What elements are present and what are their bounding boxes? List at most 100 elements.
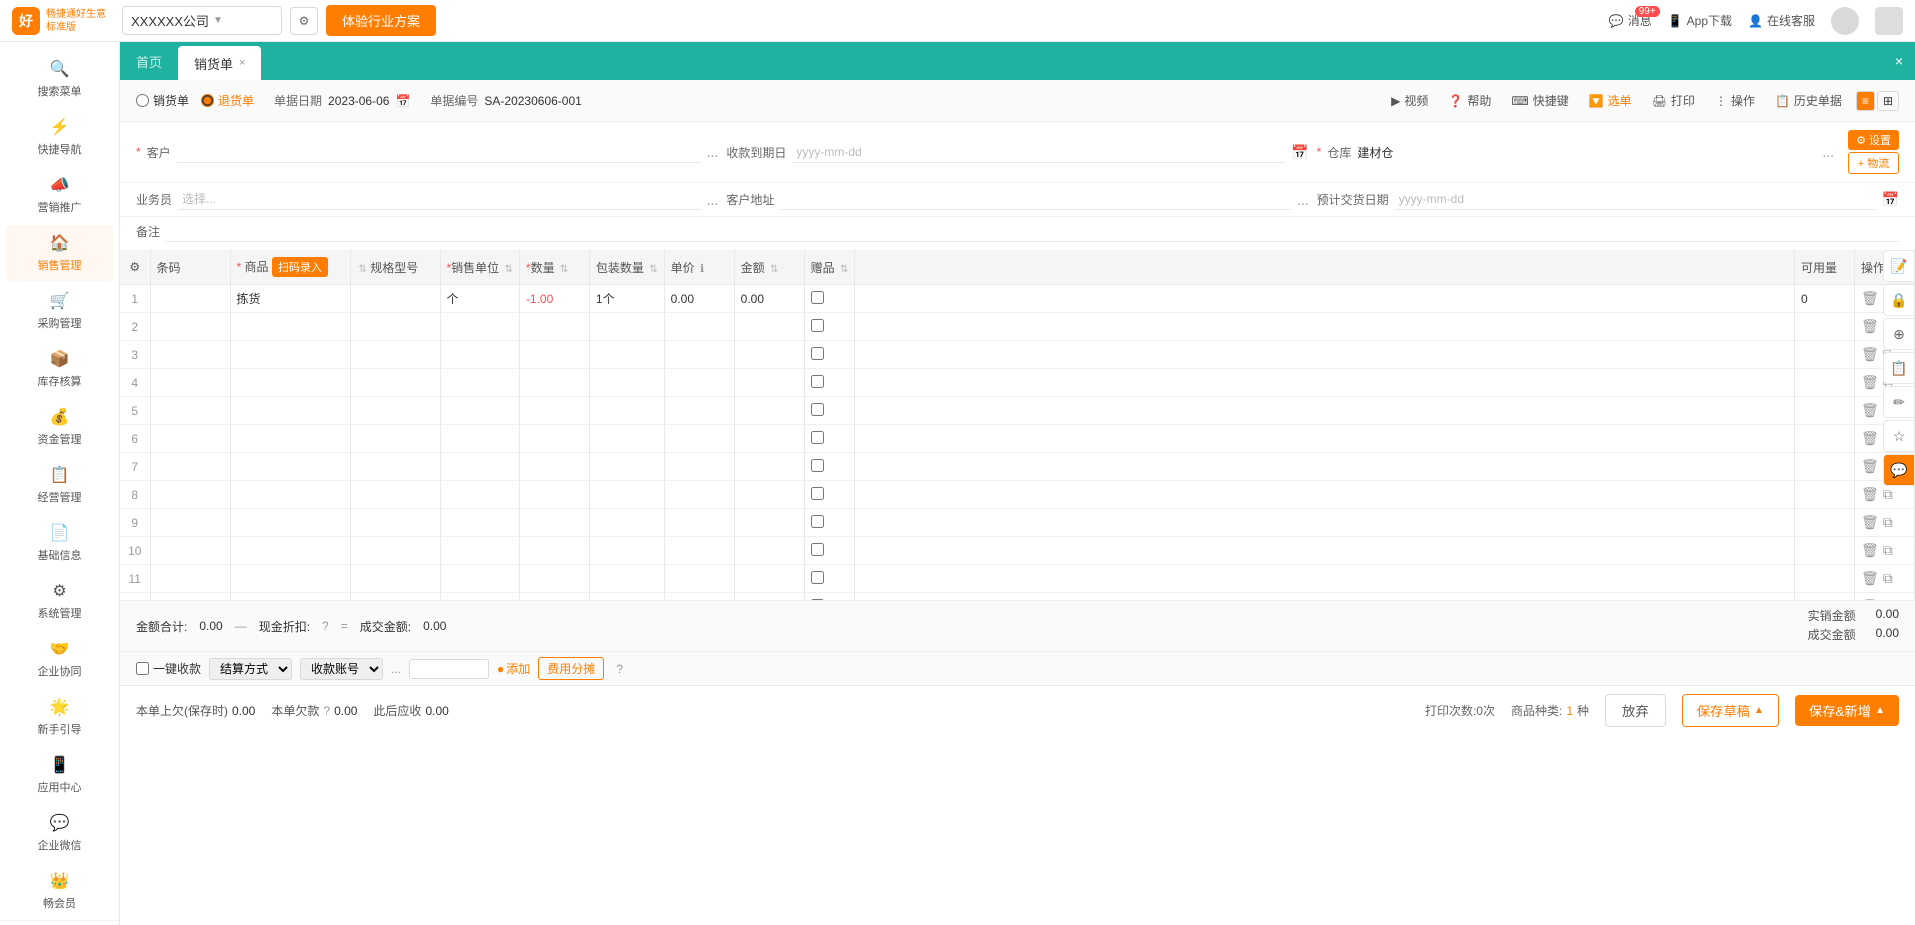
row-qty[interactable] [519,537,589,565]
layout-grid-btn[interactable]: ⊞ [1877,91,1899,111]
gift-checkbox[interactable] [811,543,824,556]
row-gift[interactable] [804,565,855,593]
sidebar-item-quick-nav[interactable]: ⚡ 快捷导航 [6,109,113,165]
row-qty[interactable] [519,425,589,453]
row-delete-btn[interactable]: 🗑 [1861,542,1879,559]
sidebar-item-system[interactable]: ⚙ 系统管理 [6,573,113,629]
row-price[interactable] [664,593,734,601]
row-price[interactable] [664,509,734,537]
customer-more-btn[interactable]: ... [707,144,719,160]
company-selector[interactable]: XXXXXX公司 ▼ [122,6,282,35]
row-price[interactable] [664,537,734,565]
settings-action-btn[interactable]: ⚙ 设置 [1848,130,1899,150]
row-price[interactable] [664,369,734,397]
row-qty[interactable] [519,369,589,397]
row-gift[interactable] [804,285,855,313]
row-price[interactable] [664,313,734,341]
gift-checkbox[interactable] [811,319,824,332]
row-spec[interactable] [350,593,440,601]
th-setting[interactable]: ⚙ [120,250,150,285]
salesperson-input[interactable] [178,189,701,210]
sidebar-item-app-center[interactable]: 📱 应用中心 [6,747,113,803]
receive-date-input[interactable] [792,142,1285,163]
gift-checkbox[interactable] [811,487,824,500]
logistics-action-btn[interactable]: + 物流 [1848,152,1899,174]
save-new-btn[interactable]: 保存&新增 ▲ [1795,695,1899,726]
row-gift[interactable] [804,313,855,341]
history-btn[interactable]: 📋 历史单据 [1769,90,1848,111]
radio-sale-input[interactable] [136,94,149,107]
gift-checkbox[interactable] [811,375,824,388]
topbar-settings-btn[interactable]: ⚙ [290,7,318,35]
avatar[interactable] [1831,7,1859,35]
gift-checkbox[interactable] [811,515,824,528]
row-qty[interactable] [519,313,589,341]
row-price[interactable] [664,397,734,425]
row-product[interactable] [230,369,350,397]
row-spec[interactable] [350,509,440,537]
float-btn-2[interactable]: 🔒 [1883,284,1915,316]
owe-help-icon[interactable]: ? [323,704,330,718]
row-qty[interactable]: -1.00 [519,285,589,313]
row-spec[interactable] [350,397,440,425]
sidebar-item-search[interactable]: 🔍 搜索菜单 [6,51,113,107]
sidebar-item-base-info[interactable]: 📄 基础信息 [6,515,113,571]
row-gift[interactable] [804,481,855,509]
row-price[interactable] [664,453,734,481]
row-gift[interactable] [804,341,855,369]
row-product[interactable] [230,481,350,509]
message-btn[interactable]: 💬 消息 99+ [1609,12,1652,29]
payment-method-select[interactable]: 结算方式 [209,658,292,680]
video-btn[interactable]: ▶ 视频 [1385,90,1434,111]
account-select[interactable]: 收款账号 [300,658,383,680]
row-product[interactable] [230,425,350,453]
sidebar-item-inventory[interactable]: 📦 库存核算 [6,341,113,397]
row-gift[interactable] [804,369,855,397]
row-copy-btn[interactable]: ⧉ [1883,570,1893,587]
row-price[interactable] [664,565,734,593]
row-delete-btn[interactable]: 🗑 [1861,486,1879,503]
shortcut-btn[interactable]: ⌨ 快捷键 [1505,90,1574,111]
row-copy-btn[interactable]: ⧉ [1883,514,1893,531]
row-price[interactable] [664,341,734,369]
row-spec[interactable] [350,453,440,481]
radio-return-input[interactable] [201,94,214,107]
row-qty[interactable] [519,397,589,425]
row-spec[interactable] [350,285,440,313]
abandon-btn[interactable]: 放弃 [1605,694,1666,727]
row-gift[interactable] [804,593,855,601]
tab-current[interactable]: 销货单 × [178,46,261,80]
float-btn-1[interactable]: 📝 [1883,250,1915,282]
online-service-btn[interactable]: 👤 在线客服 [1748,12,1815,29]
customer-addr-more-btn[interactable]: ... [1297,192,1309,208]
tab-close-btn[interactable]: × [239,57,245,69]
receive-date-calendar-icon[interactable]: 📅 [1291,144,1308,161]
row-qty[interactable] [519,509,589,537]
row-delete-btn[interactable]: 🗑 [1861,514,1879,531]
row-product[interactable] [230,593,350,601]
one-click-pay-input[interactable] [136,662,149,675]
row-delete-btn[interactable]: 🗑 [1861,430,1879,447]
one-click-pay-checkbox[interactable]: 一键收款 [136,660,201,677]
float-btn-5[interactable]: ✏ [1883,386,1915,418]
row-product[interactable] [230,509,350,537]
add-payment-btn[interactable]: ● 添加 [497,660,530,677]
sidebar-item-operations[interactable]: 📋 经营管理 [6,457,113,513]
row-product[interactable]: 拣货 [230,285,350,313]
amount-input[interactable] [409,659,489,679]
sidebar-item-member[interactable]: 👑 畅会员 [6,863,113,919]
row-qty[interactable] [519,341,589,369]
radio-return[interactable]: 退货单 [201,92,254,109]
row-delete-btn[interactable]: 🗑 [1861,374,1879,391]
row-price[interactable] [664,481,734,509]
row-delete-btn[interactable]: 🗑 [1861,346,1879,363]
notes-input[interactable] [166,221,1899,242]
user-menu-btn[interactable] [1875,7,1903,35]
ops-btn[interactable]: ⋮ 操作 [1709,90,1761,111]
row-price[interactable]: 0.00 [664,285,734,313]
row-delete-btn[interactable]: 🗑 [1861,290,1879,307]
float-btn-orange[interactable]: 💬 [1883,454,1915,486]
tab-bar-close-btn[interactable]: × [1895,53,1903,69]
float-btn-3[interactable]: ⊕ [1883,318,1915,350]
gift-checkbox[interactable] [811,431,824,444]
